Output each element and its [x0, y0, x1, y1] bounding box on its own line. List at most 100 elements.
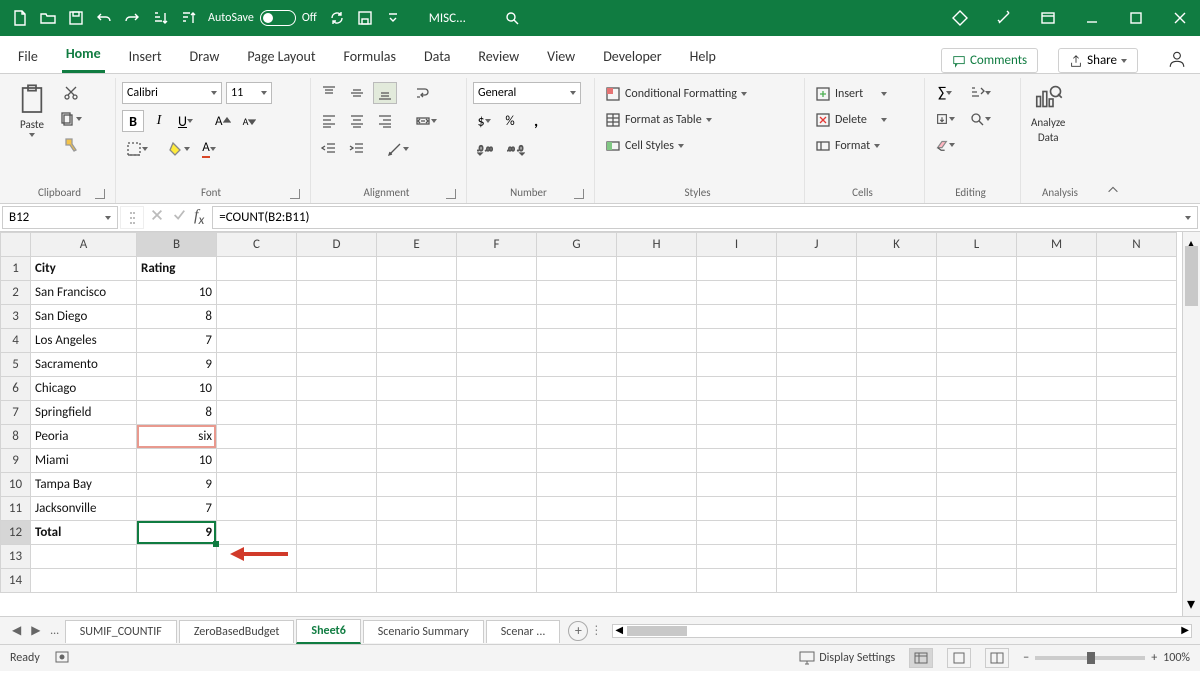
spreadsheet-grid[interactable]: A B C D E F G H I J K L M N 1CityRating … — [0, 232, 1182, 616]
format-as-table-button[interactable]: Format as Table — [601, 108, 751, 132]
zoom-level[interactable]: 100% — [1163, 651, 1190, 665]
decrease-font-button[interactable]: A — [239, 110, 261, 132]
align-bottom-icon[interactable] — [373, 82, 397, 104]
percent-icon[interactable]: % — [499, 110, 521, 132]
col-header[interactable]: C — [217, 233, 297, 257]
sheet-tab-active[interactable]: Sheet6 — [296, 619, 360, 644]
sheet-nav-next-icon[interactable]: ▶ — [27, 623, 44, 638]
zoom-in-button[interactable]: + — [1151, 651, 1157, 665]
tab-view[interactable]: View — [543, 40, 579, 73]
copy-icon[interactable] — [56, 108, 86, 130]
cell[interactable]: San Francisco — [31, 281, 137, 305]
diamond-icon[interactable] — [948, 6, 972, 30]
cell[interactable]: 7 — [137, 497, 217, 521]
search-icon[interactable] — [500, 6, 524, 30]
tab-page-layout[interactable]: Page Layout — [243, 40, 319, 73]
cell[interactable]: 9 — [137, 353, 217, 377]
cell[interactable]: 9 — [137, 473, 217, 497]
macro-record-icon[interactable] — [54, 648, 70, 668]
close-icon[interactable] — [1168, 6, 1192, 30]
col-header[interactable]: B — [137, 233, 217, 257]
display-settings-button[interactable]: Display Settings — [799, 651, 895, 665]
tab-help[interactable]: Help — [686, 40, 720, 73]
tab-developer[interactable]: Developer — [599, 40, 665, 73]
row-header[interactable]: 14 — [1, 569, 31, 593]
new-icon[interactable] — [8, 6, 32, 30]
qat-more-icon[interactable] — [381, 6, 405, 30]
increase-indent-icon[interactable] — [345, 138, 369, 160]
comma-icon[interactable]: , — [525, 110, 547, 132]
horizontal-scrollbar[interactable]: ◀▶ — [612, 624, 1192, 638]
save-icon[interactable] — [64, 6, 88, 30]
sheet-tab[interactable]: ZeroBasedBudget — [179, 620, 295, 643]
tab-draw[interactable]: Draw — [186, 40, 224, 73]
row-header[interactable]: 12 — [1, 521, 31, 545]
sort-asc-icon[interactable] — [148, 6, 172, 30]
view-page-break-icon[interactable] — [985, 648, 1009, 668]
cell-styles-button[interactable]: Cell Styles — [601, 134, 751, 158]
number-format-select[interactable]: General — [473, 82, 581, 104]
cell[interactable]: 8 — [137, 401, 217, 425]
col-header[interactable]: F — [457, 233, 537, 257]
vertical-scrollbar[interactable]: ▴▾ — [1182, 232, 1200, 616]
accounting-icon[interactable]: $ — [473, 110, 495, 132]
decrease-decimal-icon[interactable]: .00.0 — [503, 138, 529, 160]
tab-review[interactable]: Review — [474, 40, 523, 73]
align-left-icon[interactable] — [317, 110, 341, 132]
fill-icon[interactable] — [931, 108, 959, 130]
sort-filter-icon[interactable] — [965, 82, 995, 104]
row-header[interactable]: 11 — [1, 497, 31, 521]
cell[interactable]: San Diego — [31, 305, 137, 329]
fill-color-button[interactable] — [164, 138, 194, 160]
cell[interactable]: Rating — [137, 257, 217, 281]
cut-icon[interactable] — [56, 82, 86, 104]
orientation-icon[interactable] — [383, 138, 413, 160]
collapse-ribbon-icon[interactable] — [1103, 78, 1123, 203]
tab-formulas[interactable]: Formulas — [340, 40, 400, 73]
row-header[interactable]: 10 — [1, 473, 31, 497]
col-header[interactable]: D — [297, 233, 377, 257]
clipboard-dialog-icon[interactable] — [95, 189, 105, 199]
formula-input[interactable]: =COUNT(B2:B11) — [212, 206, 1198, 229]
row-header[interactable]: 9 — [1, 449, 31, 473]
increase-font-button[interactable]: A — [211, 110, 235, 132]
row-header[interactable]: 8 — [1, 425, 31, 449]
align-top-icon[interactable] — [317, 82, 341, 104]
align-right-icon[interactable] — [373, 110, 397, 132]
cell[interactable]: 7 — [137, 329, 217, 353]
cell[interactable]: Miami — [31, 449, 137, 473]
cell[interactable]: Peoria — [31, 425, 137, 449]
zoom-out-button[interactable]: − — [1023, 651, 1029, 665]
row-header[interactable]: 7 — [1, 401, 31, 425]
cell[interactable]: City — [31, 257, 137, 281]
cancel-formula-icon[interactable] — [150, 208, 164, 227]
col-header[interactable]: K — [857, 233, 937, 257]
font-color-button[interactable]: A — [198, 138, 220, 160]
sheet-nav-prev-icon[interactable]: ◀ — [8, 623, 25, 638]
account-icon[interactable] — [1168, 50, 1186, 73]
wrap-text-button[interactable] — [411, 82, 435, 104]
comments-button[interactable]: Comments — [941, 48, 1038, 73]
underline-button[interactable]: U — [174, 110, 197, 132]
sort-desc-icon[interactable] — [176, 6, 200, 30]
cell[interactable]: Total — [31, 521, 137, 545]
select-all-corner[interactable] — [1, 233, 31, 257]
autosum-icon[interactable]: ∑ — [931, 82, 959, 104]
cell[interactable]: Chicago — [31, 377, 137, 401]
cell[interactable]: 10 — [137, 377, 217, 401]
row-header[interactable]: 1 — [1, 257, 31, 281]
cell-active[interactable]: 9 — [137, 521, 217, 545]
cell[interactable]: Jacksonville — [31, 497, 137, 521]
paste-button[interactable]: Paste — [14, 82, 50, 139]
sheet-tab[interactable]: Scenario Summary — [363, 620, 484, 643]
col-header[interactable]: G — [537, 233, 617, 257]
decrease-indent-icon[interactable] — [317, 138, 341, 160]
zoom-slider[interactable] — [1035, 656, 1145, 660]
sheet-tab[interactable]: Scenar ... — [486, 620, 561, 643]
cell[interactable]: Springfield — [31, 401, 137, 425]
cell[interactable]: 8 — [137, 305, 217, 329]
view-normal-icon[interactable] — [909, 648, 933, 668]
add-sheet-button[interactable]: + — [568, 621, 588, 641]
cell[interactable]: 10 — [137, 449, 217, 473]
italic-button[interactable]: I — [148, 110, 170, 132]
